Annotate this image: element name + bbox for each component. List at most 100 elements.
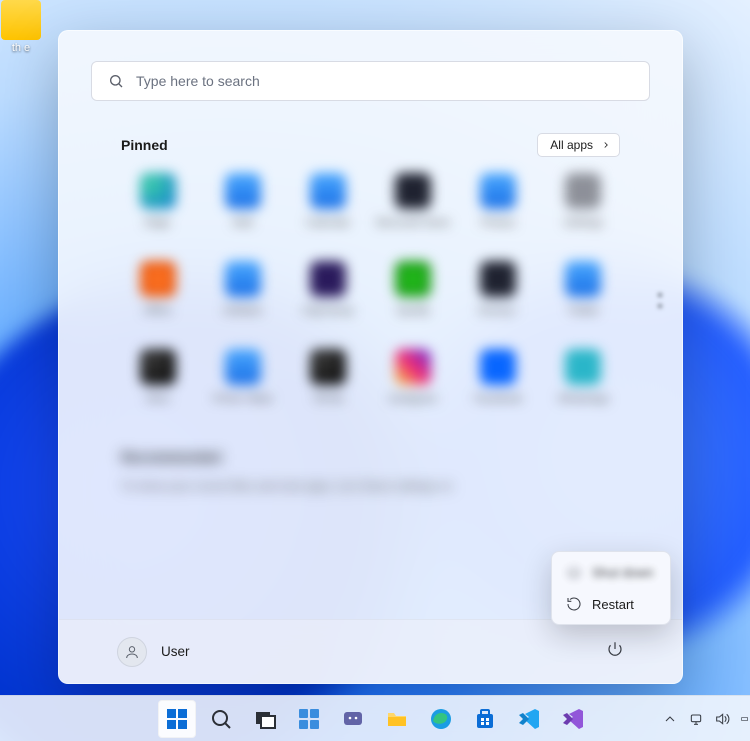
app-label: Prime Video [200, 393, 285, 405]
app-icon [395, 349, 431, 385]
folder-icon [385, 707, 409, 731]
app-icon [480, 173, 516, 209]
start-button[interactable] [158, 700, 196, 738]
app-icon [565, 173, 601, 209]
search-placeholder: Type here to search [136, 73, 260, 89]
desktop-shortcut-label: th e [0, 42, 48, 54]
visual-studio-icon [561, 707, 585, 731]
start-menu: Type here to search Pinned All apps Edge… [58, 30, 683, 684]
file-explorer[interactable] [378, 700, 416, 738]
task-view-icon [253, 707, 277, 731]
recommended-text: To show your recent files and new apps, … [121, 479, 601, 493]
vscode[interactable] [510, 700, 548, 738]
pinned-app[interactable]: Prime Video [200, 349, 285, 405]
power-button[interactable] [606, 640, 624, 663]
taskbar [0, 695, 750, 741]
search-icon [209, 707, 233, 731]
widgets[interactable] [290, 700, 328, 738]
pinned-app[interactable]: Mail [200, 173, 285, 229]
pinned-app[interactable]: Disney+ [456, 261, 541, 317]
app-label: Twitter [541, 305, 626, 317]
power-icon [566, 564, 582, 580]
app-icon [395, 173, 431, 209]
pinned-app[interactable]: WhatsApp [541, 349, 626, 405]
app-label: Microsoft Store [370, 217, 455, 229]
chevron-up-icon[interactable] [662, 711, 678, 727]
power-menu: Shut down Restart [551, 551, 671, 625]
pinned-app[interactable]: Twitter [541, 261, 626, 317]
recommended-heading: Recommended [121, 449, 620, 465]
app-label: WhatsApp [541, 393, 626, 405]
app-label: Mail [200, 217, 285, 229]
app-label: Settings [541, 217, 626, 229]
app-icon [565, 349, 601, 385]
edge-icon [429, 707, 453, 731]
app-icon [140, 173, 176, 209]
restart-icon [566, 596, 582, 612]
app-icon [480, 261, 516, 297]
app-icon [140, 349, 176, 385]
pinned-app[interactable]: Facebook [456, 349, 541, 405]
app-label: Spotify [370, 305, 455, 317]
wifi-icon[interactable] [688, 711, 704, 727]
user-name: User [161, 644, 190, 659]
app-icon [310, 349, 346, 385]
avatar [117, 637, 147, 667]
pinned-app[interactable]: TikTok [285, 349, 370, 405]
app-label: Clipchamp [285, 305, 370, 317]
recommended-section: Recommended To show your recent files an… [59, 405, 682, 493]
task-view[interactable] [246, 700, 284, 738]
app-icon [225, 173, 261, 209]
pinned-app[interactable]: Photos [456, 173, 541, 229]
search-icon [108, 73, 124, 89]
pinned-app[interactable]: Spotify [370, 261, 455, 317]
shutdown-item[interactable]: Shut down [556, 556, 666, 588]
restart-item[interactable]: Restart [556, 588, 666, 620]
pinned-app[interactable]: Settings [541, 173, 626, 229]
battery-icon[interactable] [740, 711, 750, 727]
pinned-app[interactable]: Edge [115, 173, 200, 229]
pinned-app[interactable]: Microsoft Store [370, 173, 455, 229]
desktop-shortcut[interactable]: th e [0, 0, 48, 54]
folder-icon [1, 0, 41, 40]
app-icon [225, 349, 261, 385]
shutdown-label: Shut down [592, 565, 653, 580]
restart-label: Restart [592, 597, 634, 612]
edge[interactable] [422, 700, 460, 738]
app-label: Photos [456, 217, 541, 229]
pinned-app[interactable]: Xbox [115, 349, 200, 405]
app-label: Calendar [285, 217, 370, 229]
all-apps-label: All apps [550, 138, 593, 152]
chat[interactable] [334, 700, 372, 738]
volume-icon[interactable] [714, 711, 730, 727]
pinned-apps-grid: EdgeMailCalendarMicrosoft StorePhotosSet… [59, 167, 682, 405]
app-icon [225, 261, 261, 297]
app-label: Instagram [370, 393, 455, 405]
app-icon [310, 173, 346, 209]
start-footer: User [59, 619, 682, 683]
all-apps-button[interactable]: All apps [537, 133, 620, 157]
visual-studio[interactable] [554, 700, 592, 738]
chat-icon [341, 707, 365, 731]
pinned-app[interactable]: Calendar [285, 173, 370, 229]
vscode-icon [517, 707, 541, 731]
store-icon [473, 707, 497, 731]
app-label: TikTok [285, 393, 370, 405]
app-label: Facebook [456, 393, 541, 405]
search-input[interactable]: Type here to search [91, 61, 650, 101]
app-label: Office [115, 305, 200, 317]
store[interactable] [466, 700, 504, 738]
page-indicator[interactable] [658, 293, 662, 308]
app-icon [395, 261, 431, 297]
user-account-button[interactable]: User [117, 637, 190, 667]
power-icon [606, 640, 624, 658]
pinned-app[interactable]: Office [115, 261, 200, 317]
pinned-app[interactable]: Solitaire [200, 261, 285, 317]
pinned-app[interactable]: Instagram [370, 349, 455, 405]
windows-icon [165, 707, 189, 731]
app-label: Edge [115, 217, 200, 229]
taskbar-search[interactable] [202, 700, 240, 738]
app-icon [480, 349, 516, 385]
app-label: Solitaire [200, 305, 285, 317]
pinned-app[interactable]: Clipchamp [285, 261, 370, 317]
